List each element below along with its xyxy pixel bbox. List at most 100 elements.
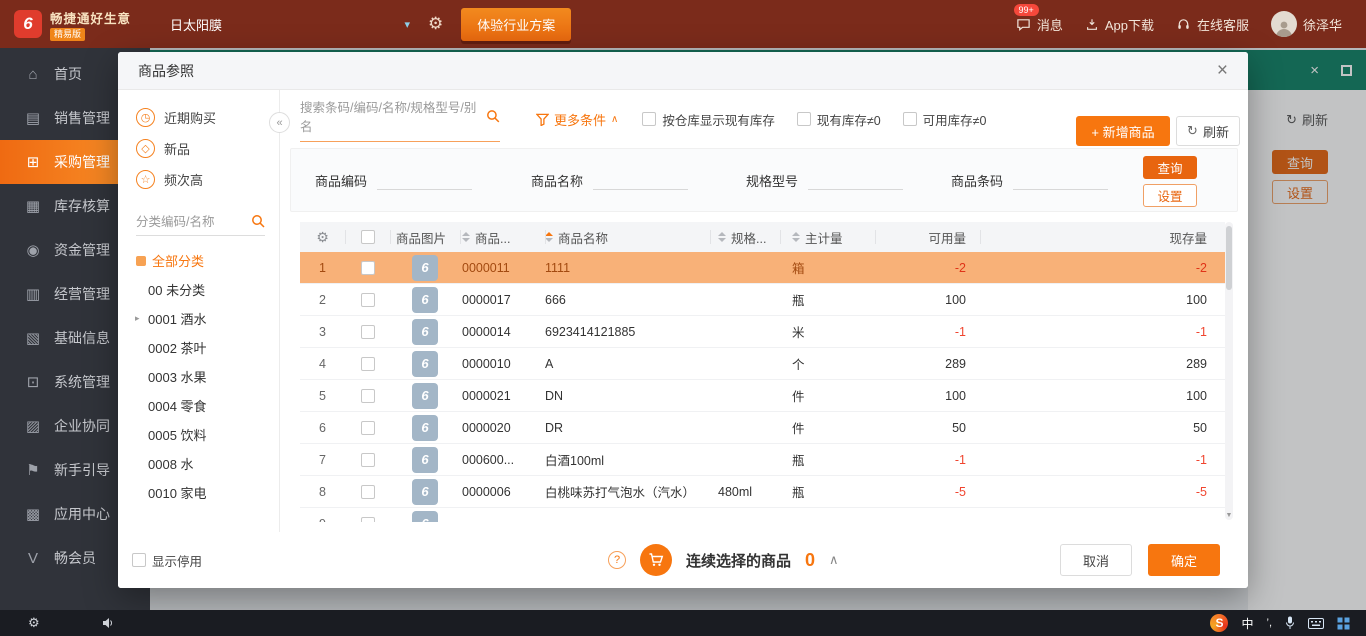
row-checkbox[interactable]	[345, 380, 390, 411]
show-disabled-checkbox[interactable]: 显示停用	[132, 551, 202, 570]
scrollbar-thumb[interactable]	[1226, 226, 1232, 290]
settings-button[interactable]: 设置	[1143, 184, 1197, 207]
row-index: 8	[319, 484, 326, 499]
online-service-button[interactable]: 在线客服	[1176, 15, 1249, 34]
table-column-settings-gear-icon[interactable]: ⚙	[300, 222, 345, 252]
query-field: 商品条码	[951, 171, 1109, 190]
category-item[interactable]: 0003 水果	[118, 362, 279, 391]
more-conditions-toggle[interactable]: 更多条件 ∧	[536, 110, 618, 129]
checkbox-box[interactable]	[642, 112, 657, 126]
product-spec: 480ml	[718, 484, 753, 499]
product-row[interactable]: 2 6 0000017 666 瓶 100 100	[300, 284, 1225, 316]
row-checkbox[interactable]	[345, 508, 390, 522]
checkbox-box[interactable]	[902, 112, 917, 126]
category-item[interactable]: ▸ 0001 酒水	[118, 304, 279, 333]
product-search-input[interactable]: 搜索条码/编码/名称/规格型号/别名	[300, 97, 500, 142]
filter-checkbox-2[interactable]: 可用库存≠0	[902, 110, 986, 129]
industry-trial-button[interactable]: 体验行业方案	[461, 7, 572, 41]
scroll-down-icon[interactable]: ▼	[1225, 512, 1233, 519]
product-row[interactable]: 5 6 0000021 DN 件 100 100	[300, 380, 1225, 412]
speaker-icon[interactable]	[102, 617, 114, 629]
sort-icon[interactable]	[462, 232, 470, 242]
sort-icon[interactable]	[545, 232, 553, 242]
quick-filter-high-frequency[interactable]: ☆ 频次高	[118, 164, 279, 195]
field-input[interactable]	[808, 172, 904, 190]
product-row[interactable]: 8 6 0000006 白桃味苏打气泡水（汽水） 480ml 瓶 -5 -5	[300, 476, 1225, 508]
product-row[interactable]: 4 6 0000010 A 个 289 289	[300, 348, 1225, 380]
refresh-button[interactable]: ↻ 刷新	[1176, 116, 1240, 146]
product-spec	[710, 316, 780, 347]
panel-collapse-icon[interactable]: «	[269, 112, 290, 133]
category-item[interactable]: 0002 茶叶	[118, 333, 279, 362]
col-available-qty[interactable]: 可用量	[875, 222, 980, 252]
col-stock-qty[interactable]: 现存量	[980, 222, 1225, 252]
confirm-button[interactable]: 确定	[1148, 544, 1220, 576]
company-select[interactable]: 日太阳膜 ▾	[170, 15, 410, 34]
filter-checkbox-1[interactable]: 现有库存≠0	[796, 110, 881, 129]
add-product-button[interactable]: + 新增商品	[1076, 116, 1170, 146]
col-product-spec[interactable]: 规格...	[710, 222, 780, 252]
product-row[interactable]: 1 6 0000011 1111 箱 -2 -2	[300, 252, 1225, 284]
select-all-checkbox[interactable]	[345, 222, 390, 252]
product-row[interactable]: 7 6 000600... 白酒100ml 瓶 -1 -1	[300, 444, 1225, 476]
row-checkbox[interactable]	[345, 348, 390, 379]
user-account[interactable]: 徐泽华	[1270, 11, 1342, 37]
category-item[interactable]: 0005 饮料	[118, 420, 279, 449]
expand-arrow-icon[interactable]: ▸	[135, 313, 140, 324]
cart-icon[interactable]	[640, 544, 672, 576]
messages-button[interactable]: 99+ 消息	[1013, 3, 1063, 34]
sort-icon[interactable]	[718, 232, 726, 242]
ime-language-toggle[interactable]: 中	[1241, 615, 1253, 632]
sort-icon[interactable]	[792, 232, 800, 242]
checkbox-box[interactable]	[132, 553, 146, 567]
query-field: 商品名称	[531, 171, 689, 190]
app-download-button[interactable]: App下载	[1085, 15, 1154, 34]
row-checkbox[interactable]	[345, 444, 390, 475]
col-product-name[interactable]: 商品名称	[545, 222, 710, 252]
app-download-label: App下载	[1104, 17, 1154, 33]
modal-close-icon[interactable]: ×	[1217, 61, 1228, 80]
category-item[interactable]: 全部分类	[118, 246, 279, 275]
ime-logo-icon[interactable]: S	[1210, 614, 1229, 632]
row-checkbox[interactable]	[345, 284, 390, 315]
product-row[interactable]: 96	[300, 508, 1225, 522]
row-checkbox[interactable]	[345, 476, 390, 507]
product-unit	[780, 508, 875, 522]
field-input[interactable]	[377, 172, 473, 190]
category-item[interactable]: 0004 零食	[118, 391, 279, 420]
checkbox-box[interactable]	[796, 112, 811, 126]
row-checkbox[interactable]	[345, 412, 390, 443]
table-scrollbar[interactable]: ▼	[1225, 222, 1233, 520]
settings-gear-icon[interactable]: ⚙	[428, 14, 443, 34]
category-item[interactable]: 0010 家电	[118, 478, 279, 507]
category-search-input[interactable]: 分类编码/名称	[136, 211, 265, 236]
taskbar-gear-icon[interactable]: ⚙	[28, 615, 40, 631]
product-image-cell: 6	[390, 316, 460, 347]
stock-qty: -2	[1195, 260, 1207, 275]
filter-checkbox-0[interactable]: 按仓库显示现有库存	[642, 110, 775, 129]
sidebar-item-label: 基础信息	[54, 330, 110, 346]
category-item[interactable]: 00 未分类	[118, 275, 279, 304]
field-input[interactable]	[1013, 172, 1109, 190]
row-checkbox[interactable]	[345, 316, 390, 347]
keyboard-icon[interactable]	[1308, 617, 1324, 629]
product-row[interactable]: 6 6 0000020 DR 件 50 50	[300, 412, 1225, 444]
collapse-up-icon[interactable]: ∧	[829, 552, 839, 568]
product-name: DR	[545, 420, 564, 435]
col-product-code[interactable]: 商品...	[460, 222, 545, 252]
microphone-icon[interactable]	[1285, 616, 1295, 630]
quick-filter-recent-purchase[interactable]: ◷ 近期购买	[118, 102, 279, 133]
row-checkbox[interactable]	[345, 252, 390, 283]
ime-toolbox-icon[interactable]	[1337, 617, 1350, 630]
product-image: 6	[412, 286, 438, 313]
cancel-button[interactable]: 取消	[1060, 544, 1132, 576]
ime-punctuation-toggle[interactable]: ’,	[1267, 617, 1273, 629]
col-product-unit[interactable]: 主计量	[780, 222, 875, 252]
help-icon[interactable]: ?	[608, 551, 626, 569]
category-item[interactable]: 0008 水	[118, 449, 279, 478]
field-input[interactable]	[593, 172, 689, 190]
quick-filter-new-items[interactable]: ◇ 新品	[118, 133, 279, 164]
product-search-placeholder: 搜索条码/编码/名称/规格型号/别名	[300, 100, 477, 134]
product-row[interactable]: 3 6 0000014 6923414121885 米 -1 -1	[300, 316, 1225, 348]
query-button[interactable]: 查询	[1143, 156, 1197, 179]
